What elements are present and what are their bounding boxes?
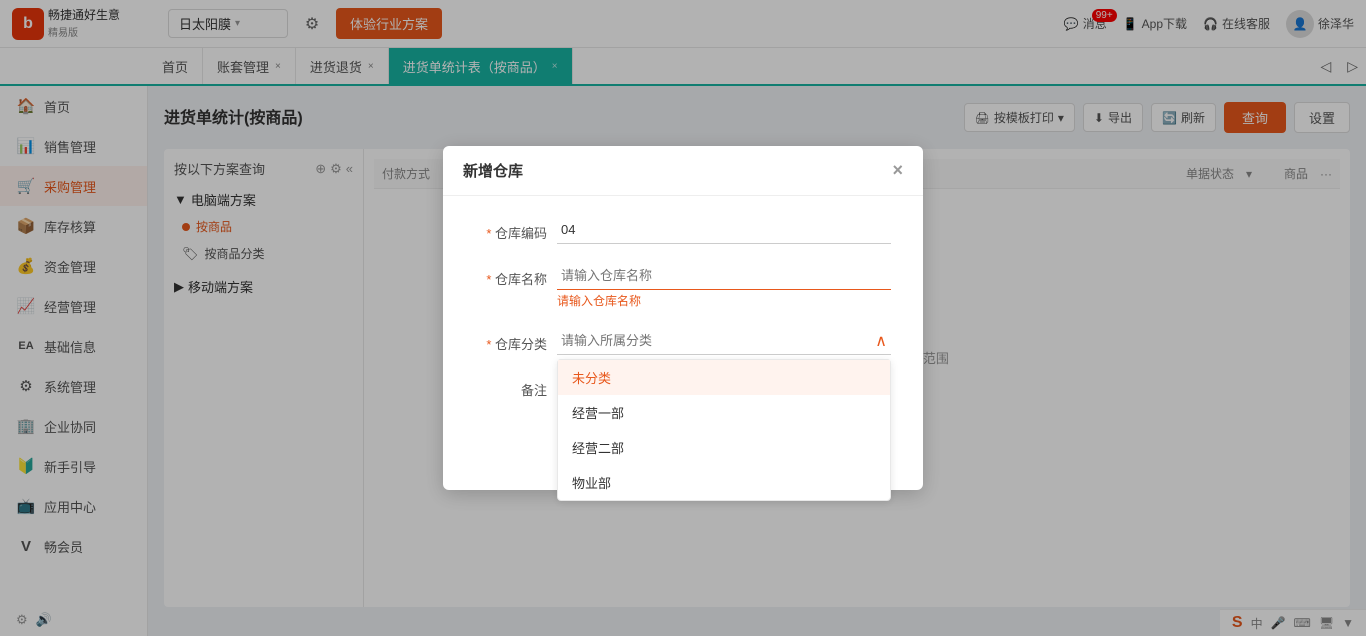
modal-body: 仓库编码 仓库名称 请输入仓库名称 仓库分类 ∧ [443,196,923,439]
classify-field: ∧ 未分类 经营一部 经营二部 物业部 [557,327,891,355]
name-label: 仓库名称 [475,262,547,288]
code-input[interactable] [557,216,891,244]
warehouse-classify-row: 仓库分类 ∧ 未分类 经营一部 经营二部 物业部 [475,327,891,355]
add-warehouse-modal: 新增仓库 × 仓库编码 仓库名称 请输入仓库名称 仓库分类 [443,146,923,490]
dropdown-item-uncategorized[interactable]: 未分类 [558,360,890,395]
classify-dropdown: 未分类 经营一部 经营二部 物业部 [557,359,891,501]
remark-label: 备注 [475,373,547,399]
code-field [557,216,891,244]
warehouse-code-row: 仓库编码 [475,216,891,244]
dropdown-item-ops1[interactable]: 经营一部 [558,395,890,430]
classify-input[interactable] [557,327,891,355]
code-label: 仓库编码 [475,216,547,242]
classify-label: 仓库分类 [475,327,547,353]
dropdown-item-ops2[interactable]: 经营二部 [558,430,890,465]
modal-title: 新增仓库 [463,160,523,181]
name-error-msg: 请输入仓库名称 [557,292,891,309]
modal-header: 新增仓库 × [443,146,923,196]
classify-toggle-icon[interactable]: ∧ [875,331,887,351]
dropdown-item-property[interactable]: 物业部 [558,465,890,500]
name-field: 请输入仓库名称 [557,262,891,309]
warehouse-name-row: 仓库名称 请输入仓库名称 [475,262,891,309]
name-input[interactable] [557,262,891,290]
modal-close-button[interactable]: × [892,160,903,181]
